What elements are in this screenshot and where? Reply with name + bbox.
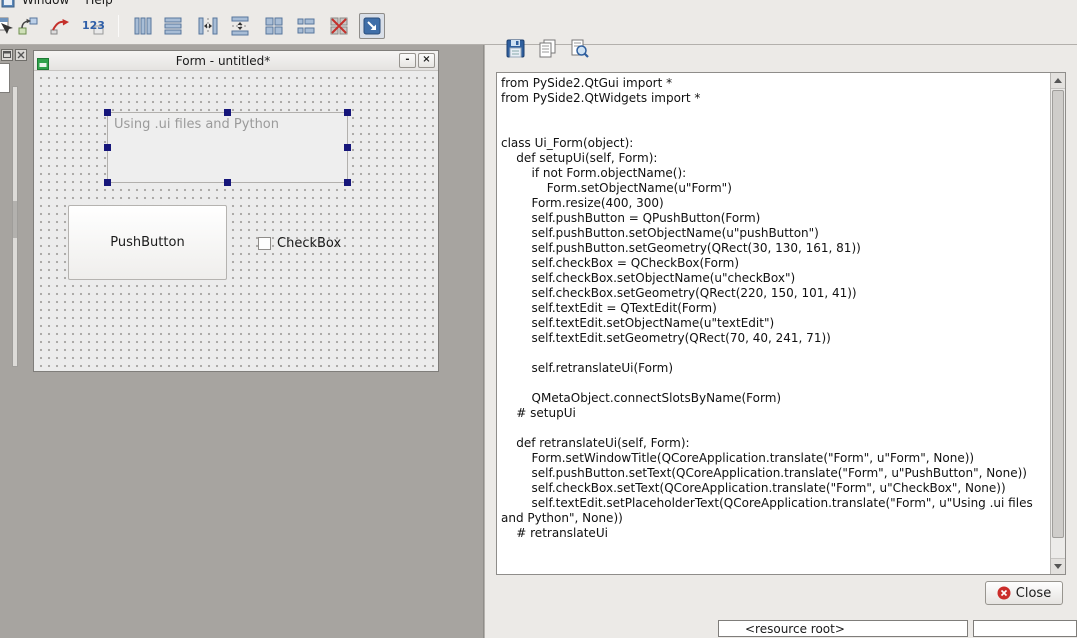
dock-close-icon[interactable] (15, 49, 27, 61)
resource-root-item[interactable]: <resource root> (718, 620, 968, 637)
selection-handle[interactable] (224, 109, 231, 116)
save-icon[interactable] (504, 37, 528, 61)
adjust-size-button[interactable] (359, 13, 385, 39)
menu-help[interactable]: Help (78, 0, 121, 7)
textedit-placeholder: Using .ui files and Python (108, 113, 347, 136)
close-circle-icon (997, 586, 1011, 600)
selection-handle[interactable] (224, 179, 231, 186)
menubar: Window Help (0, 0, 1077, 9)
qt-designer-window: Window Help 123 (0, 0, 1077, 638)
selection-handle[interactable] (344, 109, 351, 116)
edit-buddies-icon[interactable] (48, 14, 72, 38)
scroll-down-icon[interactable] (1051, 558, 1065, 574)
filter-input-edge[interactable] (0, 63, 10, 93)
form-titlebar[interactable]: Form - untitled* - × (34, 51, 438, 71)
edit-signals-slots-icon[interactable] (16, 14, 40, 38)
resource-panel-column (973, 620, 1077, 637)
edit-widgets-icon[interactable] (0, 14, 15, 38)
generated-python-code: from PySide2.QtGui import * from PySide2… (497, 73, 1050, 574)
selection-handle[interactable] (344, 179, 351, 186)
layout-form-icon[interactable] (294, 14, 318, 38)
scroll-up-icon[interactable] (1051, 73, 1065, 89)
code-viewer[interactable]: from PySide2.QtGui import * from PySide2… (496, 72, 1066, 575)
copy-icon[interactable] (536, 37, 560, 61)
form-window-title: Form - untitled* (49, 54, 397, 68)
tab-order-glyph: 123 (82, 19, 104, 32)
checkbox-widget[interactable]: CheckBox (258, 235, 341, 251)
checkbox-label: CheckBox (277, 236, 341, 251)
app-window-icon[interactable] (1, 0, 15, 7)
code-scrollbar[interactable] (1050, 73, 1065, 574)
selection-handle[interactable] (344, 144, 351, 151)
selection-handle[interactable] (104, 109, 111, 116)
close-button-label: Close (1016, 586, 1051, 601)
menu-window[interactable]: Window (15, 0, 78, 7)
left-panel-scrollbar[interactable] (12, 86, 18, 367)
find-icon[interactable] (568, 37, 592, 61)
selection-handle[interactable] (104, 144, 111, 151)
checkbox-indicator[interactable] (258, 237, 271, 250)
toolbar-separator (118, 15, 119, 37)
panel-separator (484, 45, 485, 638)
layout-horizontally-splitter-icon[interactable] (196, 14, 220, 38)
layout-grid-icon[interactable] (262, 14, 286, 38)
form-editor-window: Form - untitled* - × Using .ui files and… (33, 50, 439, 372)
minimize-button[interactable]: - (399, 53, 416, 68)
selection-handle[interactable] (104, 179, 111, 186)
form-canvas[interactable]: Using .ui files and Python PushButton Ch… (34, 71, 438, 371)
scrollbar-thumb[interactable] (1052, 90, 1064, 538)
break-layout-icon[interactable] (327, 14, 351, 38)
close-button[interactable]: × (418, 53, 435, 68)
pushbutton-widget[interactable]: PushButton (68, 205, 227, 280)
layout-vertically-icon[interactable] (161, 14, 185, 38)
layout-horizontally-icon[interactable] (131, 14, 155, 38)
dock-float-icon[interactable] (1, 49, 13, 61)
close-dialog-button[interactable]: Close (985, 581, 1063, 605)
textedit-widget[interactable]: Using .ui files and Python (107, 112, 348, 183)
layout-vertically-splitter-icon[interactable] (228, 14, 252, 38)
left-scrollbar-thumb[interactable] (13, 201, 17, 238)
edit-tab-order-icon[interactable]: 123 (80, 14, 104, 38)
resource-root-label: <resource root> (745, 622, 845, 636)
adjust-size-icon (360, 14, 384, 38)
form-icon (37, 55, 49, 67)
